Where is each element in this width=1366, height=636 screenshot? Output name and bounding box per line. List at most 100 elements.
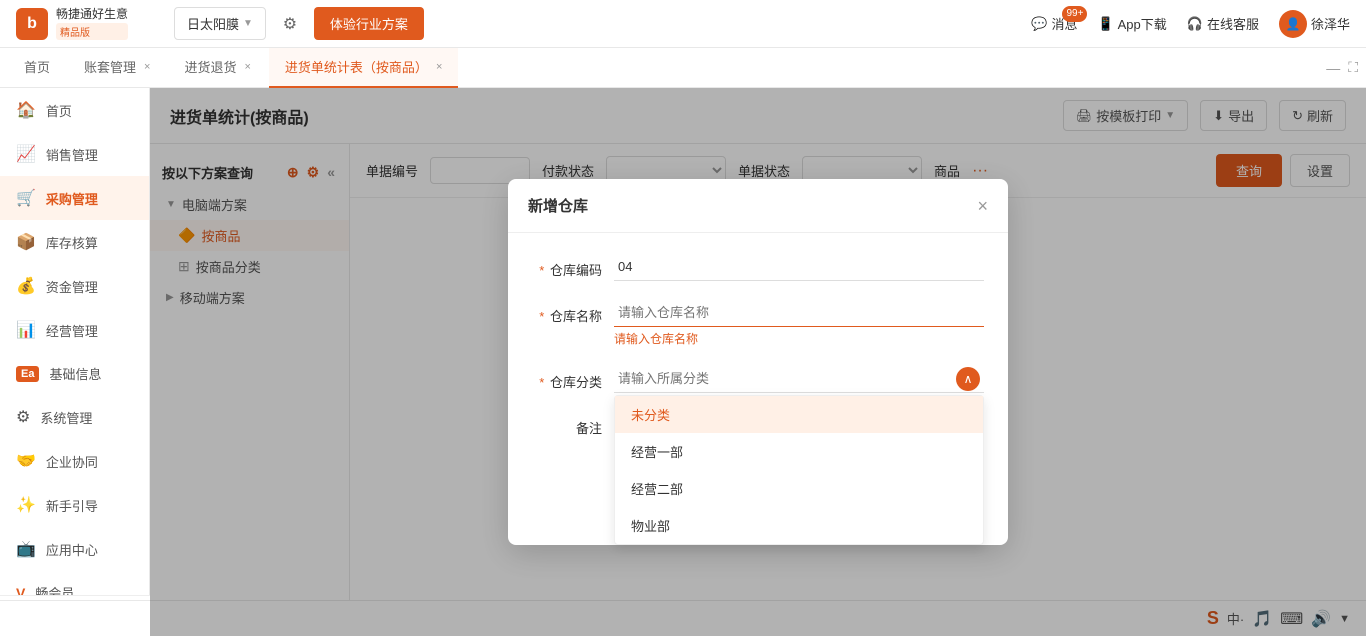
online-service-item[interactable]: 🎧 在线客服 [1187,14,1259,33]
user-item[interactable]: 👤 徐泽华 [1279,10,1350,38]
sidebar-item-apps[interactable]: 📺 应用中心 [0,527,149,571]
code-label: * 仓库编码 [532,253,602,279]
store-chevron-icon: ▼ [243,18,253,29]
tab-minimize-icon[interactable]: — [1326,60,1340,76]
tab-home[interactable]: 首页 [8,48,66,88]
sidebar-item-sales-label: 销售管理 [46,145,98,164]
sidebar-item-home[interactable]: 🏠 首页 [0,88,149,132]
headset-icon: 🎧 [1187,16,1203,32]
sidebar-item-operations-label: 经营管理 [46,321,98,340]
ea-icon: Ea [16,366,39,382]
tab-purchase-return[interactable]: 进货退货 × [168,48,266,88]
category-select-wrap: ∧ 未分类 经营一部 经营二部 物业部 [614,365,984,393]
modal-close-icon[interactable]: × [977,197,988,215]
app-badge: 精品版 [56,23,128,40]
tab-purchase-return-close-icon[interactable]: × [244,61,250,73]
sidebar: 🏠 首页 📈 销售管理 🛒 采购管理 📦 库存核算 💰 资金管理 📊 经营管理 … [0,88,150,636]
store-name: 日太阳膜 [187,14,239,33]
app-download-item[interactable]: 📱 App下载 [1097,14,1166,33]
sidebar-item-inventory[interactable]: 📦 库存核算 [0,220,149,264]
sidebar-item-basic-info[interactable]: Ea 基础信息 [0,352,149,395]
name-field-wrap: 请输入仓库名称 [614,299,984,347]
form-row-code: * 仓库编码 [532,253,984,281]
sidebar-item-purchase[interactable]: 🛒 采购管理 [0,176,149,220]
dropdown-option-property[interactable]: 物业部 [615,507,983,544]
sidebar-item-enterprise[interactable]: 🤝 企业协同 [0,439,149,483]
sales-icon: 📈 [16,144,36,164]
dropdown-option-dept1[interactable]: 经营一部 [615,433,983,470]
sidebar-item-finance[interactable]: 💰 资金管理 [0,264,149,308]
mobile-icon: 📱 [1097,16,1113,32]
tab-purchase-stats[interactable]: 进货单统计表（按商品） × [269,48,458,88]
sidebar-item-guide-label: 新手引导 [46,496,98,515]
name-input[interactable] [614,299,984,327]
sidebar-item-operations[interactable]: 📊 经营管理 [0,308,149,352]
message-item[interactable]: 💬 消息 99+ [1031,14,1077,33]
modal-overlay: 新增仓库 × * 仓库编码 [150,88,1366,636]
header-right: 💬 消息 99+ 📱 App下载 🎧 在线客服 👤 徐泽华 [1031,10,1350,38]
avatar: 👤 [1279,10,1307,38]
logo-area: b 畅捷通好生意 精品版 [16,7,166,40]
inventory-icon: 📦 [16,232,36,252]
dropdown-option-dept2[interactable]: 经营二部 [615,470,983,507]
settings-icon[interactable]: ⚙ [274,8,306,40]
tab-purchase-return-label: 进货退货 [184,57,236,76]
note-label: 备注 [532,411,602,437]
top-header: b 畅捷通好生意 精品版 日太阳膜 ▼ ⚙ 体验行业方案 💬 消息 99+ 📱 … [0,0,1366,48]
content-area: 进货单统计(按商品) 🖨 按模板打印 ▼ ⬇ 导出 ↻ 刷新 [150,88,1366,636]
apps-icon: 📺 [16,539,36,559]
dropdown-option-unclassified[interactable]: 未分类 [615,396,983,433]
trial-button[interactable]: 体验行业方案 [314,7,424,40]
purchase-icon: 🛒 [16,188,36,208]
category-input[interactable] [614,365,984,393]
sidebar-item-system[interactable]: ⚙ 系统管理 [0,395,149,439]
required-star-code: * [539,263,544,278]
home-icon: 🏠 [16,100,36,120]
tab-accounts-close-icon[interactable]: × [144,61,150,73]
form-row-category: * 仓库分类 ∧ 未分类 经营一部 经营二部 物业部 [532,365,984,393]
tab-home-label: 首页 [24,57,50,76]
message-icon: 💬 [1031,16,1047,32]
tab-purchase-stats-label: 进货单统计表（按商品） [285,57,428,76]
app-logo-icon: b [16,8,48,40]
sidebar-item-guide[interactable]: ✨ 新手引导 [0,483,149,527]
tab-accounts-label: 账套管理 [84,57,136,76]
form-row-name: * 仓库名称 请输入仓库名称 [532,299,984,347]
code-field-wrap [614,253,984,281]
sidebar-item-system-label: 系统管理 [40,408,92,427]
tab-bar: 首页 账套管理 × 进货退货 × 进货单统计表（按商品） × — ⛶ [0,48,1366,88]
modal-add-warehouse: 新增仓库 × * 仓库编码 [508,179,1008,545]
tab-accounts[interactable]: 账套管理 × [68,48,166,88]
system-icon: ⚙ [16,407,30,427]
message-badge: 99+ [1062,6,1087,22]
online-service-label: 在线客服 [1207,14,1259,33]
code-input[interactable] [614,253,984,281]
store-selector[interactable]: 日太阳膜 ▼ [174,7,266,40]
modal-title: 新增仓库 [528,195,588,216]
category-label: * 仓库分类 [532,365,602,391]
required-star-name: * [539,309,544,324]
required-star-category: * [539,375,544,390]
tab-purchase-stats-close-icon[interactable]: × [436,61,442,73]
tab-maximize-icon[interactable]: ⛶ [1348,59,1358,76]
sidebar-item-apps-label: 应用中心 [46,540,98,559]
sidebar-item-basic-info-label: 基础信息 [49,364,101,383]
user-name: 徐泽华 [1311,14,1350,33]
tab-bar-actions: — ⛶ [1326,59,1358,76]
name-label: * 仓库名称 [532,299,602,325]
modal-header: 新增仓库 × [508,179,1008,233]
main-layout: 🏠 首页 📈 销售管理 🛒 采购管理 📦 库存核算 💰 资金管理 📊 经营管理 … [0,88,1366,636]
category-dropdown: 未分类 经营一部 经营二部 物业部 [614,395,984,545]
modal-body: * 仓库编码 * 仓库名称 [508,233,1008,477]
sidebar-item-home-label: 首页 [46,101,72,120]
sidebar-item-inventory-label: 库存核算 [46,233,98,252]
sidebar-item-enterprise-label: 企业协同 [46,452,98,471]
sidebar-item-finance-label: 资金管理 [46,277,98,296]
sidebar-item-sales[interactable]: 📈 销售管理 [0,132,149,176]
avatar-icon: 👤 [1286,17,1301,31]
category-arrow-icon[interactable]: ∧ [956,367,980,391]
sidebar-item-purchase-label: 采购管理 [46,189,98,208]
guide-icon: ✨ [16,495,36,515]
finance-icon: 💰 [16,276,36,296]
name-error-message: 请输入仓库名称 [614,330,984,347]
